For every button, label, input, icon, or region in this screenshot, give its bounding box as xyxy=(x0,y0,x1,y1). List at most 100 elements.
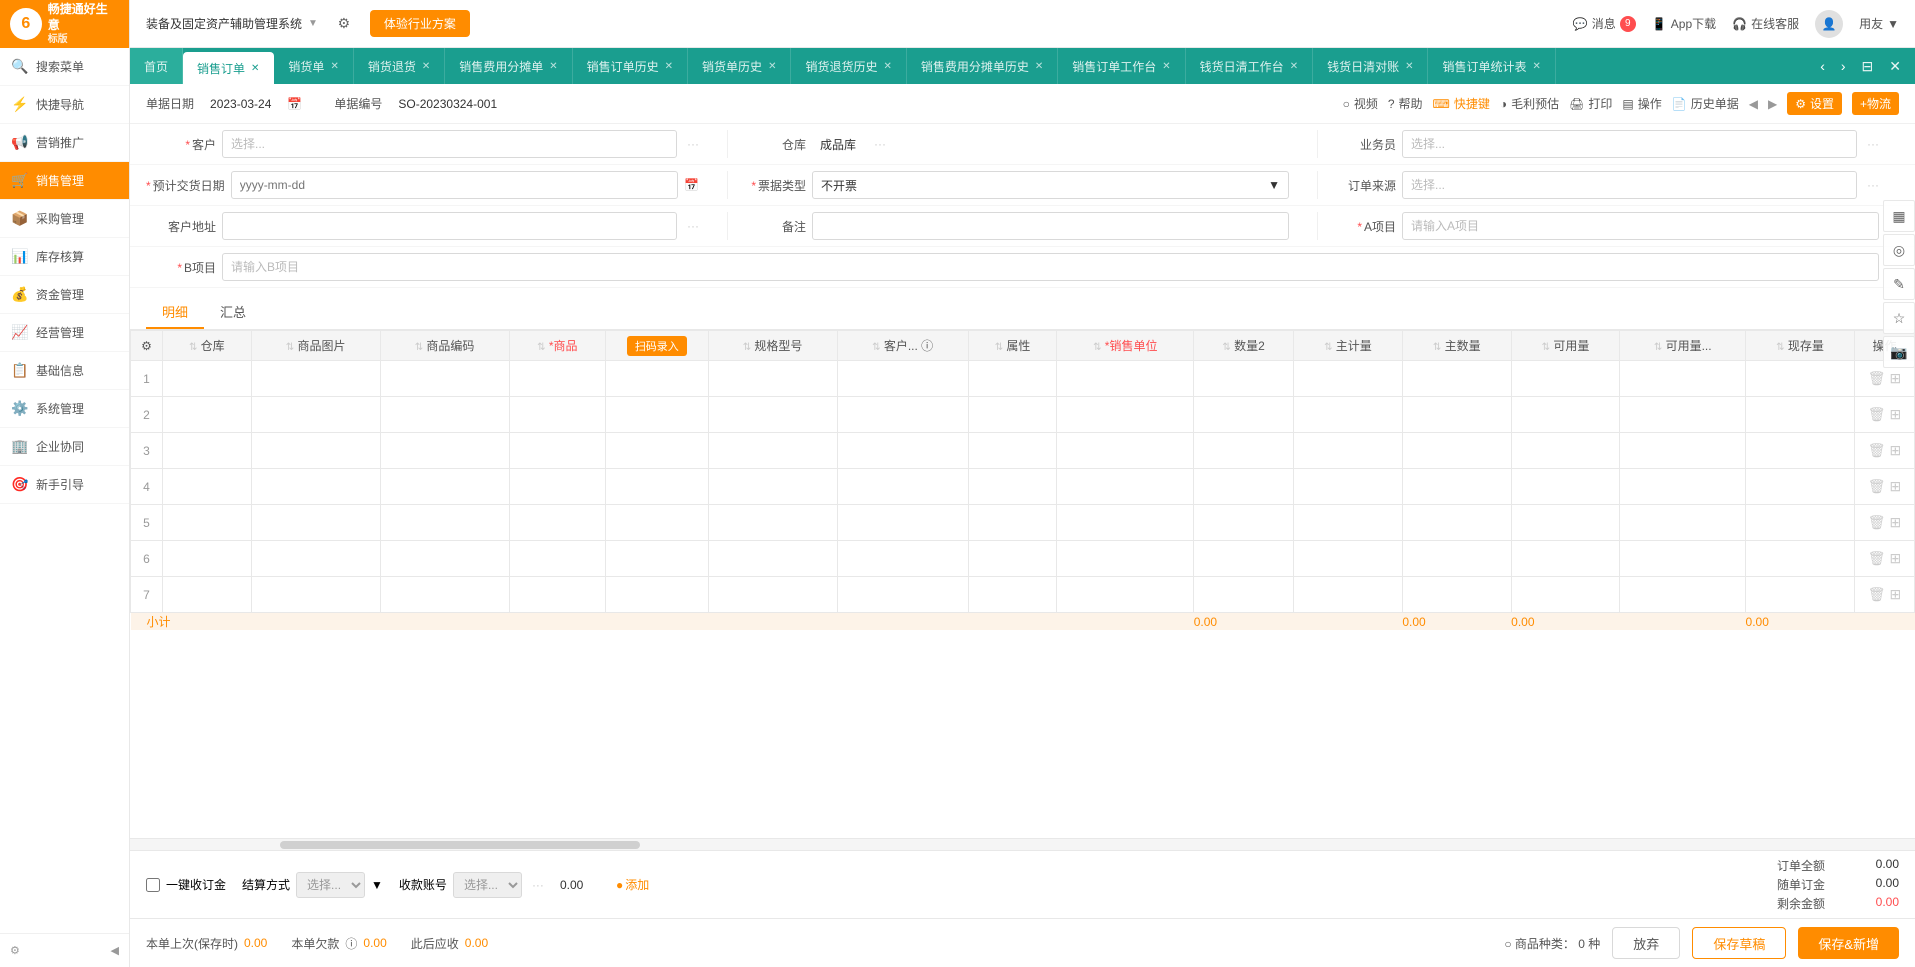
delivery-calendar-icon[interactable]: 📅 xyxy=(684,178,699,192)
discard-button[interactable]: 放弃 xyxy=(1612,927,1680,959)
cell-main-qty[interactable] xyxy=(1402,433,1511,469)
user-avatar[interactable]: 👤 xyxy=(1815,10,1843,38)
cell-product[interactable] xyxy=(509,361,605,397)
tab-sales_expense_split[interactable]: 销售费用分摊单✕ xyxy=(445,48,572,84)
cell-customer-code[interactable] xyxy=(837,577,968,613)
cell-main-qty[interactable] xyxy=(1402,469,1511,505)
cell-warehouse[interactable] xyxy=(163,577,252,613)
cell-attribute[interactable] xyxy=(968,577,1057,613)
cell-attribute[interactable] xyxy=(968,433,1057,469)
cell-spec[interactable] xyxy=(708,469,837,505)
cell-qty2[interactable] xyxy=(1194,505,1294,541)
account-more-icon[interactable]: ··· xyxy=(532,878,544,892)
tab-sales_invoice_history[interactable]: 销货单历史✕ xyxy=(688,48,791,84)
col-settings[interactable]: ⚙ xyxy=(131,331,163,361)
cell-spec[interactable] xyxy=(708,577,837,613)
tab-sales_order_workbench[interactable]: 销售订单工作台✕ xyxy=(1058,48,1185,84)
tab-next-button[interactable]: › xyxy=(1835,58,1852,74)
trial-button[interactable]: 体验行业方案 xyxy=(370,10,470,37)
cell-product[interactable] xyxy=(509,505,605,541)
row-copy-icon[interactable]: ⊞ xyxy=(1890,478,1902,495)
row-delete-icon[interactable]: 🗑 xyxy=(1868,478,1886,495)
help-btn[interactable]: ? 帮助 xyxy=(1388,95,1423,112)
row-delete-icon[interactable]: 🗑 xyxy=(1868,406,1886,423)
user-name[interactable]: 用友 ▼ xyxy=(1859,15,1899,32)
customer-input[interactable] xyxy=(222,130,677,158)
sidebar-item-quicknav[interactable]: ⚡快捷导航 xyxy=(0,86,129,124)
tab-summary[interactable]: 汇总 xyxy=(204,296,262,329)
history-btn[interactable]: 📄 历史单据 xyxy=(1672,95,1739,112)
address-more-icon[interactable]: ··· xyxy=(687,219,699,233)
tab-close-sales_invoice_history[interactable]: ✕ xyxy=(768,61,776,72)
cell-customer-code[interactable] xyxy=(837,541,968,577)
sidebar-item-operations[interactable]: 📈经营管理 xyxy=(0,314,129,352)
cell-main-qty[interactable] xyxy=(1402,577,1511,613)
one-click-checkbox[interactable] xyxy=(146,878,160,892)
row-delete-icon[interactable]: 🗑 xyxy=(1868,370,1886,387)
cell-main-qty[interactable] xyxy=(1402,361,1511,397)
cell-sales-unit[interactable] xyxy=(1057,361,1194,397)
cell-product[interactable] xyxy=(509,433,605,469)
sidebar-item-basic[interactable]: 📋基础信息 xyxy=(0,352,129,390)
sidebar-item-enterprise[interactable]: 🏢企业协同 xyxy=(0,428,129,466)
right-panel-btn-5[interactable]: 📷 xyxy=(1883,336,1915,368)
cell-sales-unit[interactable] xyxy=(1057,577,1194,613)
cell-qty2[interactable] xyxy=(1194,541,1294,577)
order-source-more-icon[interactable]: ··· xyxy=(1867,178,1879,192)
invoice-type-select[interactable]: 不开票 ▼ xyxy=(812,171,1289,199)
save-draft-button[interactable]: 保存草稿 xyxy=(1692,927,1786,959)
row-copy-icon[interactable]: ⊞ xyxy=(1890,406,1902,423)
cell-sales-unit[interactable] xyxy=(1057,469,1194,505)
cell-product-code[interactable] xyxy=(380,505,509,541)
tab-sales_expense_history[interactable]: 销售费用分摊单历史✕ xyxy=(907,48,1058,84)
row-delete-icon[interactable]: 🗑 xyxy=(1868,442,1886,459)
add-material-button[interactable]: +物流 xyxy=(1852,92,1899,115)
cell-attribute[interactable] xyxy=(968,397,1057,433)
tab-sales_order[interactable]: 销售订单✕ xyxy=(183,52,274,84)
customer-more-icon[interactable]: ··· xyxy=(687,137,699,151)
cell-main-qty[interactable] xyxy=(1402,541,1511,577)
row-delete-icon[interactable]: 🗑 xyxy=(1868,514,1886,531)
date-value[interactable]: 2023-03-24 xyxy=(210,97,271,111)
scrollbar-thumb[interactable] xyxy=(280,841,640,849)
cell-warehouse[interactable] xyxy=(163,433,252,469)
cell-spec[interactable] xyxy=(708,361,837,397)
row-copy-icon[interactable]: ⊞ xyxy=(1890,514,1902,531)
cell-spec[interactable] xyxy=(708,397,837,433)
sidebar-item-inventory[interactable]: 📊库存核算 xyxy=(0,238,129,276)
tab-close-sales_expense_history[interactable]: ✕ xyxy=(1035,61,1043,72)
cell-product[interactable] xyxy=(509,577,605,613)
sidebar-settings-icon[interactable]: ⚙ xyxy=(10,944,20,957)
online-service-button[interactable]: 🎧 在线客服 xyxy=(1732,15,1799,32)
add-button[interactable]: ● 添加 xyxy=(616,876,649,893)
tab-close-sales_invoice[interactable]: ✕ xyxy=(330,61,338,72)
sidebar-collapse-icon[interactable]: ◀ xyxy=(111,944,119,957)
right-panel-btn-1[interactable]: ▦ xyxy=(1883,200,1915,232)
right-panel-btn-2[interactable]: ◎ xyxy=(1883,234,1915,266)
tab-sales_return_history[interactable]: 销货退货历史✕ xyxy=(791,48,906,84)
print-btn[interactable]: 🖨 打印 xyxy=(1569,95,1612,112)
tab-close-sales_expense_split[interactable]: ✕ xyxy=(549,61,557,72)
profit-btn[interactable]: ◑ 毛利预估 xyxy=(1500,95,1559,112)
cell-attribute[interactable] xyxy=(968,505,1057,541)
cell-spec[interactable] xyxy=(708,505,837,541)
cell-product-code[interactable] xyxy=(380,577,509,613)
system-gear-button[interactable]: ⚙ xyxy=(330,10,358,38)
tab-close-cash_reconcile[interactable]: ✕ xyxy=(1405,61,1413,72)
tab-cash_reconcile[interactable]: 钱货日清对账✕ xyxy=(1313,48,1428,84)
notification-button[interactable]: 💬 消息 9 xyxy=(1573,15,1636,32)
cell-main-qty[interactable] xyxy=(1402,505,1511,541)
b-project-input[interactable] xyxy=(222,253,1879,281)
cell-customer-code[interactable] xyxy=(837,505,968,541)
cell-qty2[interactable] xyxy=(1194,469,1294,505)
warehouse-more-icon[interactable]: ··· xyxy=(874,137,886,151)
tab-close-sales_order[interactable]: ✕ xyxy=(251,63,259,74)
cell-spec[interactable] xyxy=(708,541,837,577)
salesperson-more-icon[interactable]: ··· xyxy=(1867,137,1879,151)
tab-close-sales_stat[interactable]: ✕ xyxy=(1533,61,1541,72)
view-btn[interactable]: ○ 视频 xyxy=(1343,95,1378,112)
cell-product-code[interactable] xyxy=(380,433,509,469)
horizontal-scrollbar[interactable] xyxy=(130,838,1915,850)
sidebar-item-finance[interactable]: 💰资金管理 xyxy=(0,276,129,314)
cell-qty2[interactable] xyxy=(1194,361,1294,397)
